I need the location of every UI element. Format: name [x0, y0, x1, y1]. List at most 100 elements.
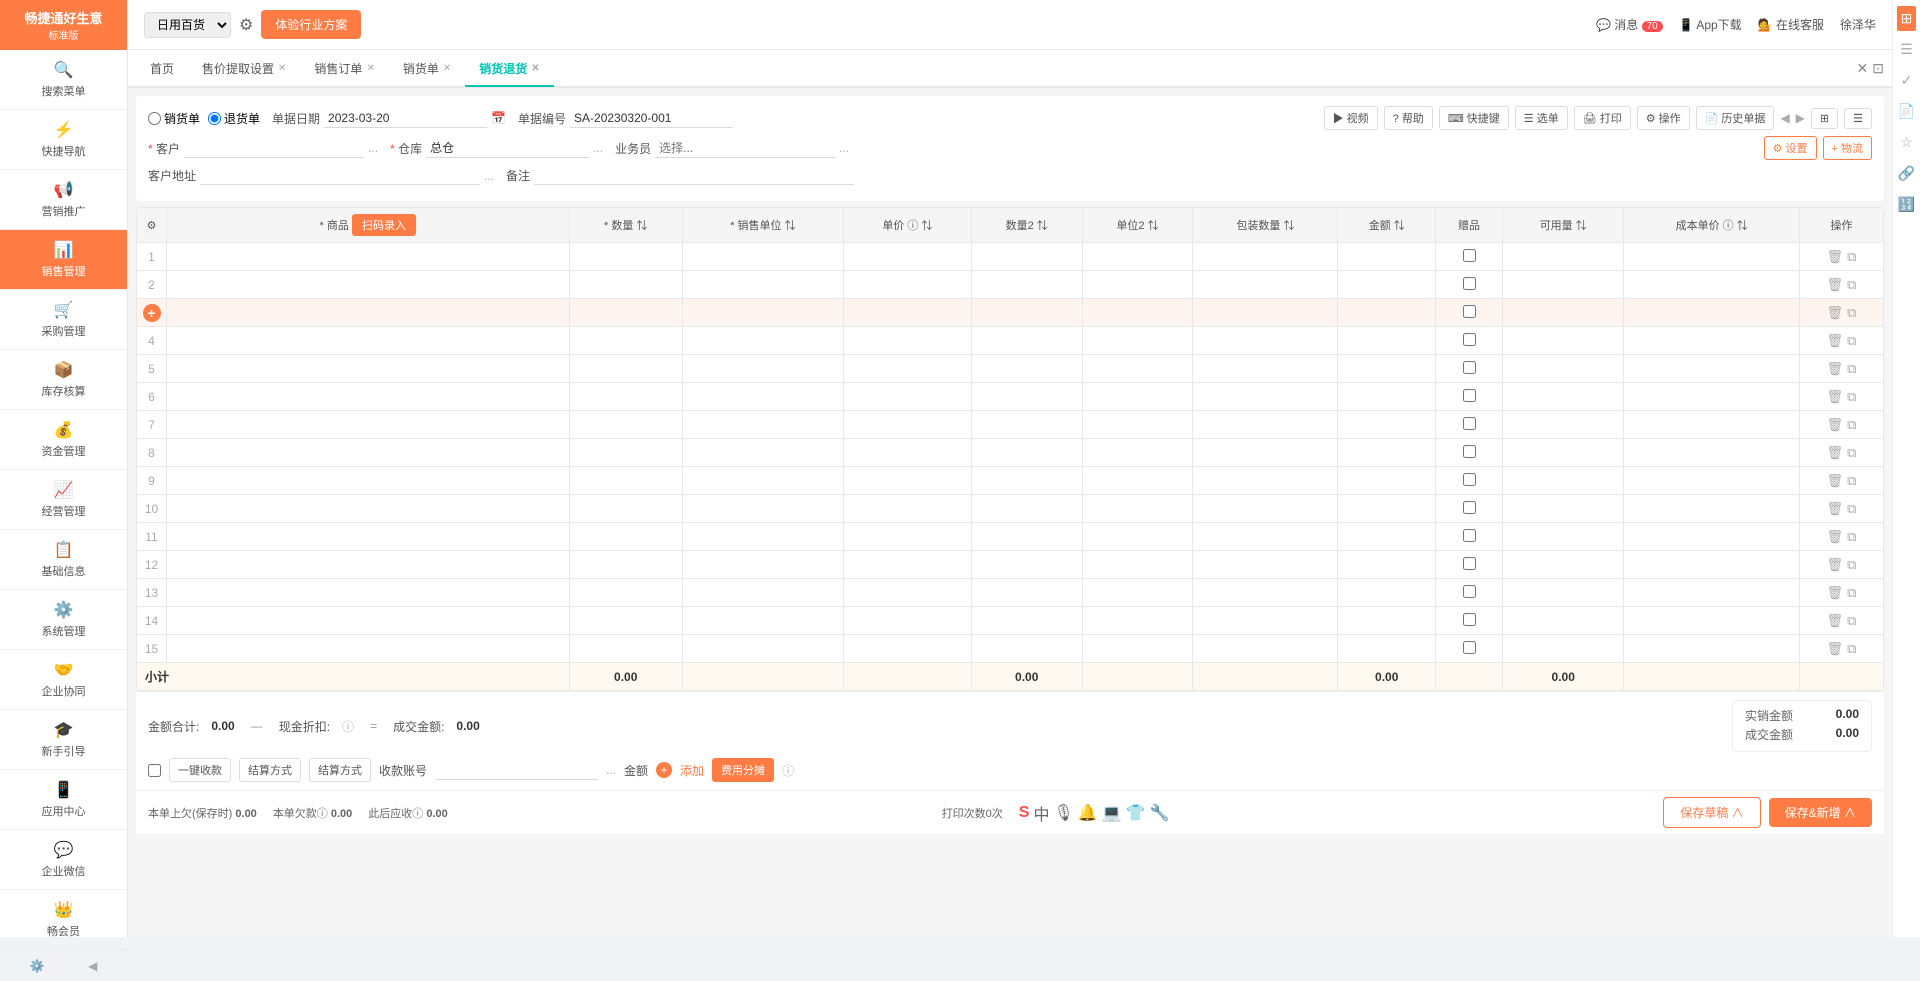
- price-cell[interactable]: [843, 467, 971, 495]
- tab-close-price-settings[interactable]: ✕: [278, 63, 286, 74]
- available-cell[interactable]: [1503, 607, 1624, 635]
- sidebar-item-system[interactable]: ⚙️ 系统管理: [0, 590, 127, 650]
- gift-cell[interactable]: [1435, 327, 1502, 355]
- settings-bottom-icon[interactable]: ⚙️: [30, 959, 45, 973]
- price-cell[interactable]: [843, 579, 971, 607]
- delete-row-icon[interactable]: 🗑: [1827, 249, 1844, 265]
- delete-row-icon[interactable]: 🗑: [1827, 417, 1844, 433]
- pack-qty-cell[interactable]: [1193, 243, 1338, 271]
- available-cell[interactable]: [1503, 299, 1624, 327]
- available-cell[interactable]: [1503, 327, 1624, 355]
- cost-price-cell[interactable]: [1624, 439, 1800, 467]
- amount-cell[interactable]: [1338, 551, 1436, 579]
- gift-cell[interactable]: [1435, 467, 1502, 495]
- gift-cell[interactable]: [1435, 551, 1502, 579]
- unit2-cell[interactable]: [1082, 607, 1193, 635]
- product-cell[interactable]: [167, 299, 570, 327]
- sidebar-item-member[interactable]: 👑 畅会员: [0, 890, 127, 950]
- price-cell[interactable]: [843, 439, 971, 467]
- rp-check-icon[interactable]: ✓: [1897, 68, 1917, 93]
- cost-price-cell[interactable]: [1624, 579, 1800, 607]
- delete-row-icon[interactable]: 🗑: [1827, 585, 1844, 601]
- gift-cell[interactable]: [1435, 355, 1502, 383]
- product-input[interactable]: [171, 305, 565, 320]
- unit-cell[interactable]: [682, 383, 843, 411]
- product-cell[interactable]: [167, 467, 570, 495]
- unit-cell[interactable]: [682, 439, 843, 467]
- price-cell[interactable]: [843, 299, 971, 327]
- amount-cell[interactable]: [1338, 243, 1436, 271]
- shirt-icon[interactable]: 👕: [1126, 803, 1146, 823]
- save-draft-btn[interactable]: 保存草稿 ∧: [1663, 797, 1760, 828]
- sidebar-item-apps[interactable]: 📱 应用中心: [0, 770, 127, 830]
- close-all-tabs-btn[interactable]: ✕: [1857, 60, 1869, 77]
- available-cell[interactable]: [1503, 355, 1624, 383]
- price-cell[interactable]: [843, 327, 971, 355]
- amount-cell[interactable]: [1338, 299, 1436, 327]
- next-doc-icon[interactable]: ▶: [1796, 111, 1805, 125]
- qty2-cell[interactable]: [971, 439, 1082, 467]
- remark-input[interactable]: [534, 166, 854, 185]
- warehouse-dots-btn[interactable]: ...: [593, 141, 603, 155]
- product-cell[interactable]: [167, 551, 570, 579]
- experience-btn[interactable]: 体验行业方案: [261, 10, 361, 39]
- price-cell[interactable]: [843, 523, 971, 551]
- view-list-btn[interactable]: ☰: [1844, 108, 1872, 129]
- cost-price-cell[interactable]: [1624, 355, 1800, 383]
- unit2-cell[interactable]: [1082, 635, 1193, 663]
- pack-qty-cell[interactable]: [1193, 495, 1338, 523]
- product-cell[interactable]: [167, 579, 570, 607]
- copy-row-icon[interactable]: ⧉: [1847, 417, 1856, 433]
- price-cell[interactable]: [843, 355, 971, 383]
- computer-icon[interactable]: 💻: [1102, 803, 1122, 823]
- product-cell[interactable]: [167, 439, 570, 467]
- sidebar-item-inventory[interactable]: 📦 库存核算: [0, 350, 127, 410]
- qty-cell[interactable]: [569, 523, 682, 551]
- amount-cell[interactable]: [1338, 411, 1436, 439]
- price-cell[interactable]: [843, 243, 971, 271]
- delete-row-icon[interactable]: 🗑: [1827, 641, 1844, 657]
- price-cell[interactable]: [843, 635, 971, 663]
- qty-cell[interactable]: [569, 467, 682, 495]
- copy-row-icon[interactable]: ⧉: [1847, 473, 1856, 489]
- unit2-cell[interactable]: [1082, 271, 1193, 299]
- sidebar-item-sales[interactable]: 📊 销售管理: [0, 230, 127, 290]
- cost-price-cell[interactable]: [1624, 551, 1800, 579]
- available-cell[interactable]: [1503, 271, 1624, 299]
- app-download-btn[interactable]: 📱 App下载: [1679, 16, 1742, 33]
- gift-cell[interactable]: [1435, 439, 1502, 467]
- gift-cell[interactable]: [1435, 271, 1502, 299]
- unit2-cell[interactable]: [1082, 467, 1193, 495]
- pack-qty-cell[interactable]: [1193, 635, 1338, 663]
- pack-qty-cell[interactable]: [1193, 551, 1338, 579]
- amount-cell[interactable]: [1338, 635, 1436, 663]
- product-cell[interactable]: [167, 635, 570, 663]
- available-cell[interactable]: [1503, 243, 1624, 271]
- cost-price-cell[interactable]: [1624, 523, 1800, 551]
- notification-btn[interactable]: 💬 消息 70: [1596, 16, 1663, 33]
- amount-cell[interactable]: [1338, 523, 1436, 551]
- doc-number-input[interactable]: [570, 109, 733, 128]
- history-btn[interactable]: 📄 历史单据: [1696, 106, 1775, 130]
- sidebar-item-shortcut[interactable]: ⚡ 快捷导航: [0, 110, 127, 170]
- split-btn[interactable]: 费用分摊: [712, 758, 774, 782]
- unit-cell[interactable]: [682, 495, 843, 523]
- qty2-cell[interactable]: [971, 467, 1082, 495]
- gift-cell[interactable]: [1435, 411, 1502, 439]
- sidebar-item-purchase[interactable]: 🛒 采购管理: [0, 290, 127, 350]
- cost-price-cell[interactable]: [1624, 299, 1800, 327]
- qty2-cell[interactable]: [971, 495, 1082, 523]
- tools-icon[interactable]: 🔧: [1150, 803, 1170, 823]
- unit-cell[interactable]: [682, 271, 843, 299]
- unit2-cell[interactable]: [1082, 495, 1193, 523]
- unit-cell[interactable]: [682, 243, 843, 271]
- unit2-cell[interactable]: [1082, 383, 1193, 411]
- available-cell[interactable]: [1503, 551, 1624, 579]
- settlement-btn[interactable]: 结算方式: [239, 758, 301, 782]
- available-cell[interactable]: [1503, 579, 1624, 607]
- delete-row-icon[interactable]: 🗑: [1827, 557, 1844, 573]
- gift-cell[interactable]: [1435, 579, 1502, 607]
- available-cell[interactable]: [1503, 467, 1624, 495]
- staff-dots-btn[interactable]: ...: [839, 141, 849, 155]
- price-cell[interactable]: [843, 383, 971, 411]
